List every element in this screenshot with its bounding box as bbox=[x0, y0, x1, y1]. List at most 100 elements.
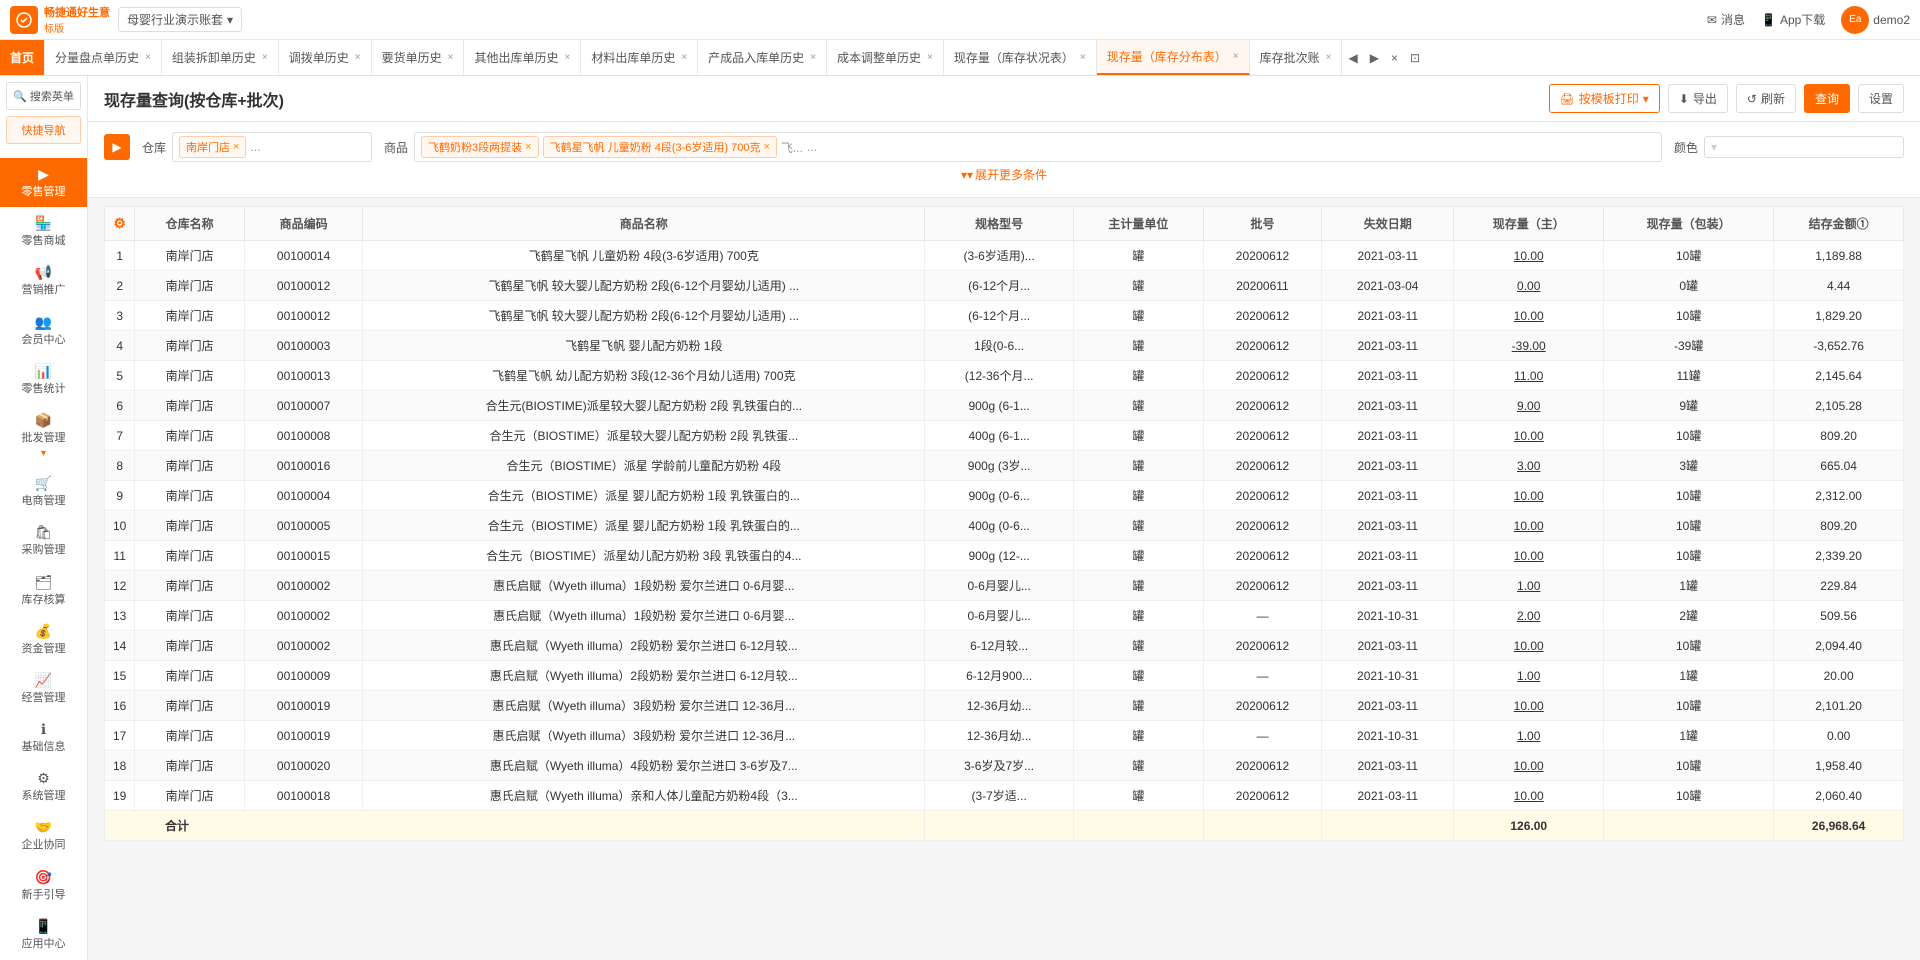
sidebar-item-store[interactable]: 🏪 零售商城 bbox=[0, 207, 87, 256]
row-qty-main[interactable]: 0.00 bbox=[1454, 271, 1604, 301]
refresh-button[interactable]: ↺ 刷新 bbox=[1736, 84, 1796, 113]
tab-kucun[interactable]: 库存批次账 × bbox=[1250, 40, 1343, 75]
row-num: 6 bbox=[105, 391, 135, 421]
sidebar-item-inventory[interactable]: 🗂 库存核算 bbox=[0, 566, 87, 615]
th-code: 商品编码 bbox=[244, 207, 363, 241]
tab-close-all-button[interactable]: × bbox=[1385, 40, 1404, 75]
row-qty-pkg: 10罐 bbox=[1604, 481, 1774, 511]
tab-chanpin[interactable]: 产成品入库单历史 × bbox=[698, 40, 827, 75]
row-qty-main[interactable]: 10.00 bbox=[1454, 631, 1604, 661]
row-qty-main[interactable]: 10.00 bbox=[1454, 751, 1604, 781]
sidebar-item-retail[interactable]: ▶ 零售管理 bbox=[0, 158, 87, 207]
sidebar-item-wholesale[interactable]: 📦 批发管理 ▾ bbox=[0, 404, 87, 467]
row-warehouse: 南岸门店 bbox=[135, 721, 244, 751]
user-avatar-button[interactable]: Ea demo2 bbox=[1841, 6, 1910, 34]
row-name: 惠氏启赋（Wyeth illuma）2段奶粉 爱尔兰进口 6-12月较... bbox=[363, 661, 925, 691]
quick-nav-button[interactable]: 快捷导航 bbox=[6, 116, 81, 144]
sidebar-item-management[interactable]: 📈 经营管理 bbox=[0, 664, 87, 713]
tab-home[interactable]: 首页 bbox=[0, 40, 45, 75]
tab-close-icon[interactable]: × bbox=[262, 52, 268, 63]
settings-gear-icon[interactable]: ⚙ bbox=[113, 215, 126, 231]
tab-next-button[interactable]: ▶ bbox=[1364, 40, 1385, 75]
row-qty-main[interactable]: 1.00 bbox=[1454, 721, 1604, 751]
row-qty-main[interactable]: 9.00 bbox=[1454, 391, 1604, 421]
expand-conditions-button[interactable]: ▾▾ 展开更多条件 bbox=[104, 162, 1904, 187]
tab-close-icon[interactable]: × bbox=[145, 52, 151, 63]
row-qty-pkg: 0罐 bbox=[1604, 271, 1774, 301]
row-qty-main[interactable]: 1.00 bbox=[1454, 571, 1604, 601]
export-button[interactable]: ⬇ 导出 bbox=[1668, 84, 1728, 113]
sidebar-item-finance[interactable]: 💰 资金管理 bbox=[0, 615, 87, 664]
tab-close-icon[interactable]: × bbox=[564, 52, 570, 63]
row-qty-main[interactable]: 10.00 bbox=[1454, 781, 1604, 811]
sidebar-item-collab[interactable]: 🤝 企业协同 bbox=[0, 811, 87, 860]
tab-xiancun1[interactable]: 现存量（库存状况表） × bbox=[944, 40, 1097, 75]
tab-close-icon[interactable]: × bbox=[1080, 52, 1086, 63]
row-qty-main[interactable]: 10.00 bbox=[1454, 301, 1604, 331]
query-button[interactable]: 查询 bbox=[1804, 84, 1850, 113]
search-menu-button[interactable]: 🔍 搜索英单 bbox=[6, 82, 81, 110]
footer-label: 合计 bbox=[105, 811, 925, 841]
row-qty-main[interactable]: 10.00 bbox=[1454, 541, 1604, 571]
tab-close-icon[interactable]: × bbox=[355, 52, 361, 63]
warehouse-tag-remove[interactable]: × bbox=[233, 141, 239, 153]
sidebar-item-system[interactable]: ⚙ 系统管理 bbox=[0, 762, 87, 811]
tab-chengben[interactable]: 成本调整单历史 × bbox=[827, 40, 944, 75]
tab-zuzhuang[interactable]: 组装拆卸单历史 × bbox=[162, 40, 279, 75]
warehouse-more[interactable]: ... bbox=[250, 140, 260, 154]
tab-close-icon[interactable]: × bbox=[1326, 52, 1332, 63]
row-num: 14 bbox=[105, 631, 135, 661]
product-tag-1: 飞鹤奶粉3段两提装 × bbox=[421, 136, 539, 158]
sidebar-item-purchase[interactable]: 🛍 采购管理 bbox=[0, 516, 87, 565]
row-qty-main[interactable]: -39.00 bbox=[1454, 331, 1604, 361]
product-tag-2-remove[interactable]: × bbox=[763, 141, 769, 153]
warehouse-input[interactable]: 南岸门店 × ... bbox=[172, 132, 372, 162]
message-button[interactable]: ✉ 消息 bbox=[1707, 11, 1745, 28]
tab-menu-button[interactable]: ⊡ bbox=[1404, 40, 1426, 75]
tab-close-icon[interactable]: × bbox=[448, 52, 454, 63]
sidebar-item-retail-stats[interactable]: 📊 零售统计 bbox=[0, 355, 87, 404]
product-input[interactable]: 飞鹤奶粉3段两提装 × 飞鹤星飞帆 儿童奶粉 4段(3-6岁适用) 700克 ×… bbox=[414, 132, 1662, 162]
settings-button[interactable]: 设置 bbox=[1858, 84, 1904, 113]
tab-cailiao[interactable]: 材料出库单历史 × bbox=[581, 40, 698, 75]
sidebar-item-appstore[interactable]: 📱 应用中心 bbox=[0, 910, 87, 959]
app-download-button[interactable]: 📱 App下载 bbox=[1761, 11, 1825, 28]
product-more-dots[interactable]: ... bbox=[807, 140, 817, 154]
row-qty-pkg: 10罐 bbox=[1604, 631, 1774, 661]
guide-icon: 🎯 bbox=[35, 869, 52, 886]
table-row: 19 南岸门店 00100018 惠氏启赋（Wyeth illuma）亲和人体儿… bbox=[105, 781, 1904, 811]
row-qty-main[interactable]: 10.00 bbox=[1454, 421, 1604, 451]
row-qty-main[interactable]: 10.00 bbox=[1454, 511, 1604, 541]
row-unit: 罐 bbox=[1074, 241, 1204, 271]
tab-prev-button[interactable]: ◀ bbox=[1342, 40, 1363, 75]
color-input[interactable]: ▾ bbox=[1704, 136, 1904, 158]
row-qty-main[interactable]: 1.00 bbox=[1454, 661, 1604, 691]
sidebar-item-guide[interactable]: 🎯 新手引导 bbox=[0, 861, 87, 910]
tab-xiancun2[interactable]: 现存量（库存分布表） × bbox=[1097, 40, 1250, 75]
tab-close-icon[interactable]: × bbox=[810, 52, 816, 63]
tab-close-icon[interactable]: × bbox=[927, 52, 933, 63]
print-button[interactable]: 🖨 按模板打印 ▾ bbox=[1549, 84, 1660, 113]
tab-qitachu[interactable]: 其他出库单历史 × bbox=[464, 40, 581, 75]
row-qty-main[interactable]: 3.00 bbox=[1454, 451, 1604, 481]
tab-fenliang[interactable]: 分量盘点单历史 × bbox=[45, 40, 162, 75]
row-qty-main[interactable]: 10.00 bbox=[1454, 691, 1604, 721]
sidebar-item-ecommerce[interactable]: 🛒 电商管理 bbox=[0, 467, 87, 516]
tab-close-icon[interactable]: × bbox=[681, 52, 687, 63]
row-qty-main[interactable]: 10.00 bbox=[1454, 241, 1604, 271]
tab-close-icon[interactable]: × bbox=[1233, 51, 1239, 62]
sidebar-item-basic[interactable]: ℹ 基础信息 bbox=[0, 713, 87, 762]
top-bar-left: 畅捷通好生意 标版 母婴行业演示账套 ▾ bbox=[10, 4, 242, 35]
tab-diaobо[interactable]: 调拨单历史 × bbox=[279, 40, 372, 75]
row-name: 飞鹤星飞帆 较大婴儿配方奶粉 2段(6-12个月婴幼儿适用) ... bbox=[363, 271, 925, 301]
sidebar-item-marketing[interactable]: 📢 营销推广 bbox=[0, 256, 87, 305]
row-qty-main[interactable]: 11.00 bbox=[1454, 361, 1604, 391]
row-qty-main[interactable]: 2.00 bbox=[1454, 601, 1604, 631]
row-qty-main[interactable]: 10.00 bbox=[1454, 481, 1604, 511]
product-tag-1-remove[interactable]: × bbox=[525, 141, 531, 153]
sidebar-item-member[interactable]: 👥 会员中心 bbox=[0, 306, 87, 355]
org-selector[interactable]: 母婴行业演示账套 ▾ bbox=[118, 7, 242, 32]
filter-expand-button[interactable]: ▶ bbox=[104, 134, 130, 160]
row-spec: 900g (12-... bbox=[925, 541, 1074, 571]
tab-yaohuo[interactable]: 要货单历史 × bbox=[372, 40, 465, 75]
